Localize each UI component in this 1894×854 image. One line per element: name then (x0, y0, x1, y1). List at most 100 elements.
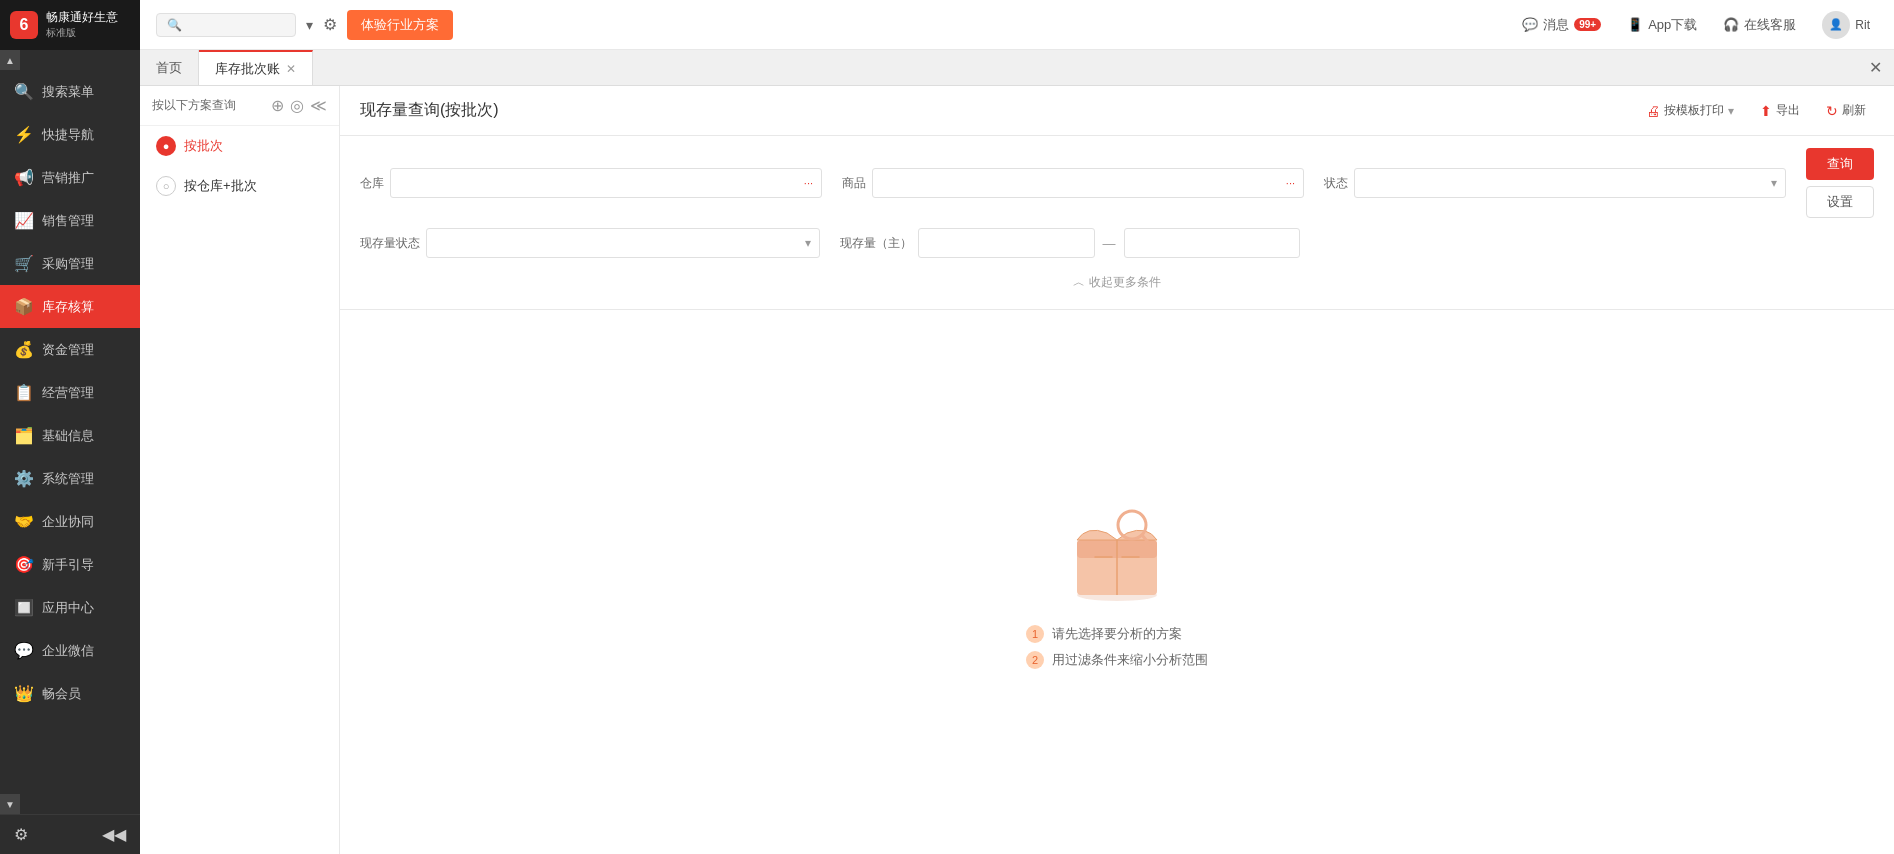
sidebar-item-search[interactable]: 🔍 搜索菜单 (0, 70, 140, 113)
sidebar-item-wechat-label: 企业微信 (42, 642, 94, 660)
page-title: 现存量查询(按批次) (360, 100, 499, 121)
qty-dash: — (1095, 236, 1124, 251)
scheme-warehouse-batch-icon: ○ (156, 176, 176, 196)
member-icon: 👑 (14, 684, 34, 703)
quicknav-icon: ⚡ (14, 125, 34, 144)
sidebar-item-collab-label: 企业协同 (42, 513, 94, 531)
app-download-btn[interactable]: 📱 App下载 (1619, 12, 1705, 38)
warehouse-label: 仓库 (360, 175, 384, 192)
scheme-item-warehouse-batch[interactable]: ○ 按仓库+批次 (140, 166, 339, 206)
tab-panel-close-btn[interactable]: ✕ (1869, 58, 1894, 77)
warehouse-filter-cell: 仓库 ··· (360, 168, 822, 198)
tab-close-btn[interactable]: ✕ (286, 62, 296, 76)
online-service-btn[interactable]: 🎧 在线客服 (1715, 12, 1804, 38)
sidebar-item-collab[interactable]: 🤝 企业协同 (0, 500, 140, 543)
sidebar-item-member-label: 畅会员 (42, 685, 81, 703)
print-dropdown-icon[interactable]: ▾ (1728, 104, 1734, 118)
scheme-item-batch[interactable]: ● 按批次 (140, 126, 339, 166)
scroll-up-btn[interactable]: ▲ (0, 50, 20, 70)
sidebar-item-quicknav[interactable]: ⚡ 快捷导航 (0, 113, 140, 156)
print-btn[interactable]: 🖨 按模板打印 ▾ (1638, 98, 1742, 123)
sidebar-item-guide[interactable]: 🎯 新手引导 (0, 543, 140, 586)
qty-from-input[interactable] (918, 228, 1095, 258)
search-icon: 🔍 (167, 18, 182, 32)
query-btn[interactable]: 查询 (1806, 148, 1874, 180)
scheme-batch-icon: ● (156, 136, 176, 156)
btn-group: 查询 设置 (1806, 148, 1874, 218)
empty-illustration (1057, 495, 1177, 605)
empty-hint-1: 1 请先选择要分析的方案 (1026, 625, 1208, 643)
search-menu-icon: 🔍 (14, 82, 34, 101)
inventory-status-cell: 现存量状态 ▾ (360, 228, 820, 258)
avatar: 👤 (1822, 11, 1850, 39)
add-scheme-btn[interactable]: ⊕ (271, 96, 284, 115)
export-icon: ⬆ (1760, 103, 1772, 119)
warehouse-input[interactable]: ··· (390, 168, 822, 198)
print-label: 按模板打印 (1664, 102, 1724, 119)
refresh-btn[interactable]: ↻ 刷新 (1818, 98, 1874, 123)
warehouse-more[interactable]: ··· (804, 177, 813, 189)
filter-row-1: 仓库 ··· 商品 ··· 状态 (360, 148, 1874, 218)
sidebar-item-apps[interactable]: 🔲 应用中心 (0, 586, 140, 629)
sidebar-item-search-label: 搜索菜单 (42, 83, 94, 101)
app-download-label: App下载 (1648, 16, 1697, 34)
collapse-label: 收起更多条件 (1089, 275, 1161, 289)
sidebar-item-finance[interactable]: 💰 资金管理 (0, 328, 140, 371)
collapse-sidebar-btn[interactable]: ◀◀ (102, 825, 126, 844)
qty-to-input[interactable] (1124, 228, 1301, 258)
scroll-down-btn[interactable]: ▼ (0, 794, 20, 814)
sidebar-item-operations[interactable]: 📋 经营管理 (0, 371, 140, 414)
settings-btn[interactable]: ⚙ (14, 825, 28, 844)
sidebar-item-sales[interactable]: 📈 销售管理 (0, 199, 140, 242)
refresh-icon: ↻ (1826, 103, 1838, 119)
sidebar-item-purchase[interactable]: 🛒 采购管理 (0, 242, 140, 285)
phone-icon: 📱 (1627, 17, 1643, 32)
left-panel-actions: ⊕ ◎ ≪ (271, 96, 327, 115)
topbar-gear-icon[interactable]: ⚙ (323, 15, 337, 34)
empty-hints: 1 请先选择要分析的方案 2 用过滤条件来缩小分析范围 (1026, 625, 1208, 669)
scheme-warehouse-batch-label: 按仓库+批次 (184, 177, 257, 195)
inventory-status-select[interactable]: ▾ (426, 228, 820, 258)
sidebar-item-marketing[interactable]: 📢 营销推广 (0, 156, 140, 199)
sidebar-item-inventory-label: 库存核算 (42, 298, 94, 316)
tab-inventory-batch[interactable]: 库存批次账 ✕ (199, 50, 313, 85)
status-select[interactable]: ▾ (1354, 168, 1786, 198)
topbar-dropdown-arrow[interactable]: ▾ (306, 17, 313, 33)
basic-icon: 🗂️ (14, 426, 34, 445)
online-service-label: 在线客服 (1744, 16, 1796, 34)
topbar: 🔍 ▾ ⚙ 体验行业方案 💬 消息 99+ 📱 App下载 🎧 在线客服 👤 R… (140, 0, 1894, 50)
sidebar-item-basic-label: 基础信息 (42, 427, 94, 445)
tab-home[interactable]: 首页 (140, 50, 199, 85)
sidebar-item-member[interactable]: 👑 畅会员 (0, 672, 140, 715)
export-btn[interactable]: ⬆ 导出 (1752, 98, 1808, 123)
product-input[interactable]: ··· (872, 168, 1304, 198)
empty-hint-2: 2 用过滤条件来缩小分析范围 (1026, 651, 1208, 669)
left-panel-title: 按以下方案查询 (152, 97, 236, 114)
print-icon: 🖨 (1646, 103, 1660, 119)
sidebar-item-inventory[interactable]: 📦 库存核算 (0, 285, 140, 328)
user-menu[interactable]: 👤 Rit (1814, 7, 1878, 43)
finance-icon: 💰 (14, 340, 34, 359)
sidebar-item-system[interactable]: ⚙️ 系统管理 (0, 457, 140, 500)
sidebar-item-apps-label: 应用中心 (42, 599, 94, 617)
left-panel: 按以下方案查询 ⊕ ◎ ≪ ● 按批次 ○ 按仓库+批次 (140, 86, 340, 854)
sidebar-item-basic[interactable]: 🗂️ 基础信息 (0, 414, 140, 457)
hint-num-2: 2 (1026, 651, 1044, 669)
sidebar: 6 畅康通好生意 标准版 ▲ 🔍 搜索菜单 ⚡ 快捷导航 📢 营销推广 📈 销售… (0, 0, 140, 854)
messages-label: 消息 (1543, 16, 1569, 34)
collapse-bar[interactable]: ︿ 收起更多条件 (360, 268, 1874, 297)
sidebar-item-operations-label: 经营管理 (42, 384, 94, 402)
trial-btn[interactable]: 体验行业方案 (347, 10, 453, 40)
scheme-settings-btn[interactable]: ◎ (290, 96, 304, 115)
collapse-left-btn[interactable]: ≪ (310, 96, 327, 115)
messages-btn[interactable]: 💬 消息 99+ (1514, 12, 1609, 38)
topbar-search[interactable]: 🔍 (156, 13, 296, 37)
sidebar-item-wechat[interactable]: 💬 企业微信 (0, 629, 140, 672)
inventory-status-label: 现存量状态 (360, 235, 420, 252)
set-btn[interactable]: 设置 (1806, 186, 1874, 218)
sidebar-item-sales-label: 销售管理 (42, 212, 94, 230)
product-more[interactable]: ··· (1286, 177, 1295, 189)
page-content: 按以下方案查询 ⊕ ◎ ≪ ● 按批次 ○ 按仓库+批次 现存量查询(按批次) (140, 86, 1894, 854)
collapse-up-icon: ︿ (1073, 275, 1088, 289)
inventory-qty-cell: 现存量（主） — (840, 228, 1300, 258)
